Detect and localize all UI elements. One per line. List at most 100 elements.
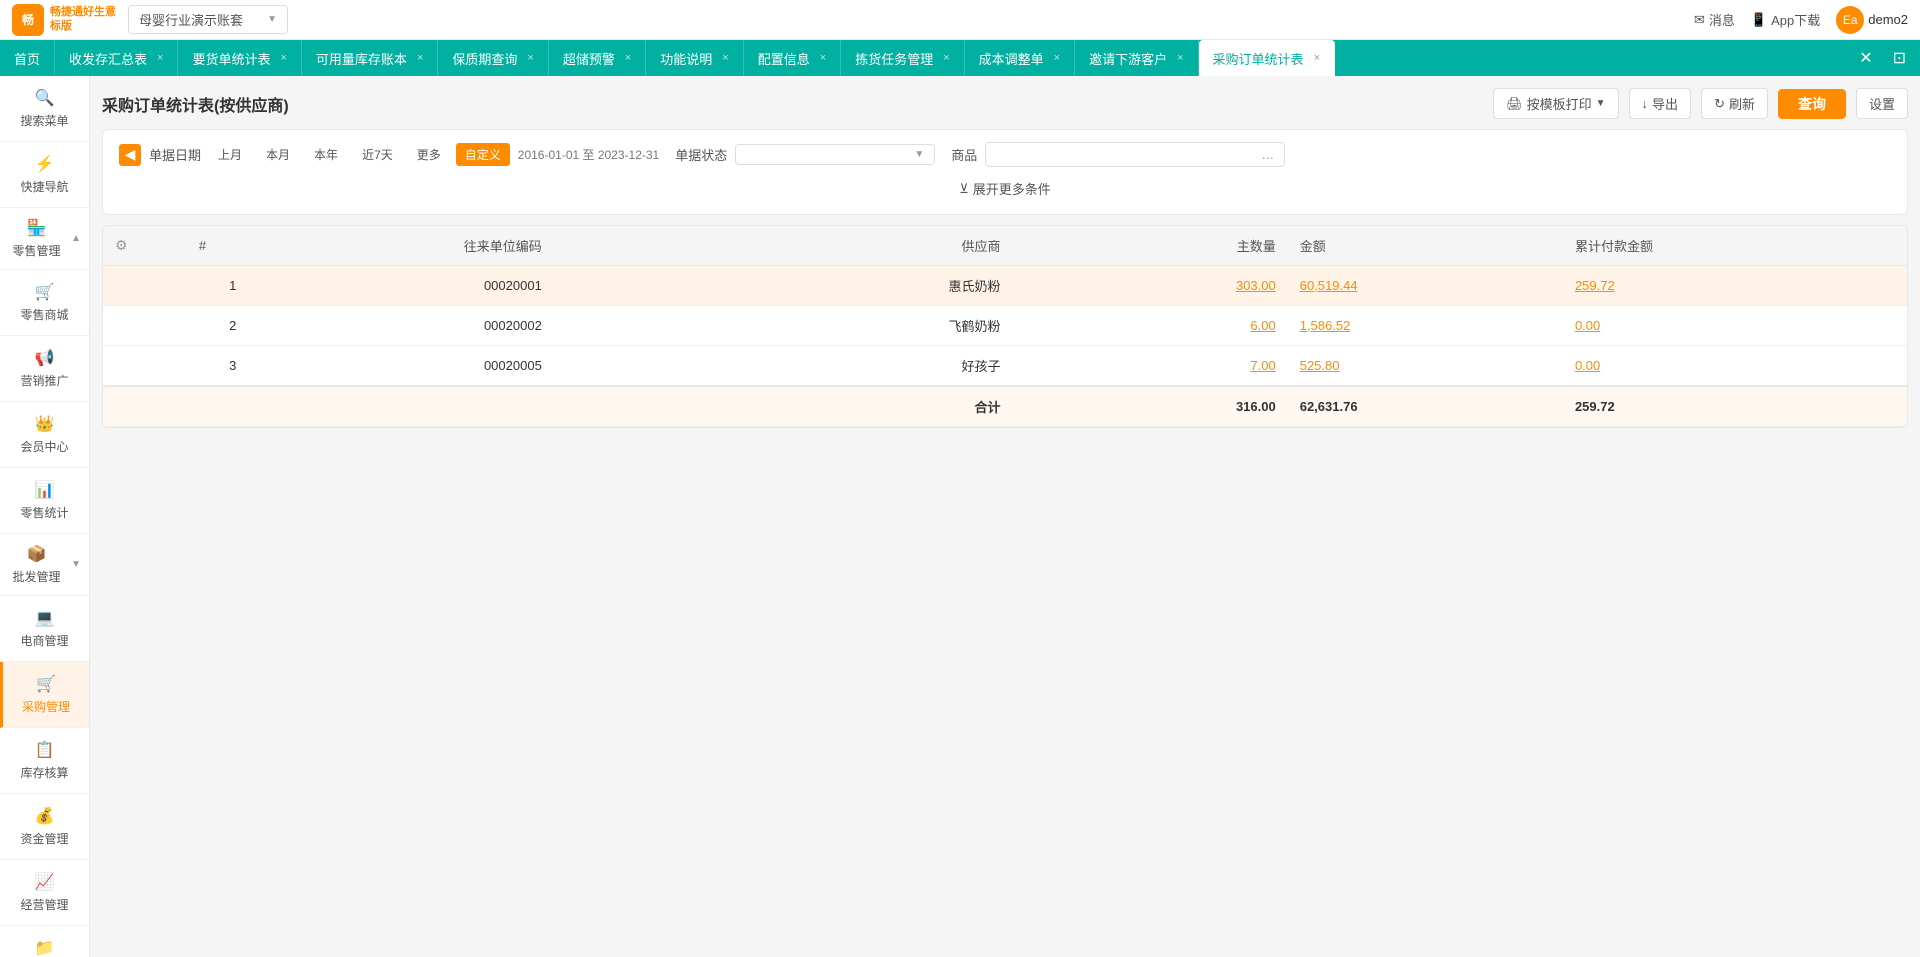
logo-icon: 畅 xyxy=(12,4,44,36)
sidebar-item-retail-stats[interactable]: 📊 零售统计 xyxy=(0,468,89,534)
shortcut-this-month[interactable]: 本月 xyxy=(257,143,299,166)
sidebar-item-retail-mall[interactable]: 🛒 零售商城 xyxy=(0,270,89,336)
retail-stats-icon: 📊 xyxy=(35,480,55,500)
tab-close-icon[interactable]: × xyxy=(820,52,826,64)
row3-paid-link[interactable]: 0.00 xyxy=(1575,358,1600,373)
tab-home[interactable]: 首页 xyxy=(0,40,55,76)
tab-close-icon[interactable]: × xyxy=(1177,52,1183,64)
tab-close-icon[interactable]: × xyxy=(722,52,728,64)
footer-empty1 xyxy=(103,386,187,427)
tab-overstock-warning[interactable]: 超储预警 × xyxy=(549,40,646,76)
row1-paid-link[interactable]: 259.72 xyxy=(1575,278,1615,293)
tab-invite-downstream[interactable]: 邀请下游客户 × xyxy=(1075,40,1198,76)
tab-close-icon[interactable]: × xyxy=(527,52,533,64)
app-download-label: App下载 xyxy=(1771,10,1820,29)
print-icon: 🖨 xyxy=(1506,96,1523,112)
sidebar-item-basic-info[interactable]: 📁 基础信息 xyxy=(0,926,89,957)
shortcut-custom[interactable]: 自定义 xyxy=(456,143,510,166)
row2-supplier: 飞鹤奶粉 xyxy=(554,306,1013,346)
sidebar-item-operations[interactable]: 📈 经营管理 xyxy=(0,860,89,926)
workspace-label: 母婴行业演示账套 xyxy=(139,10,243,29)
sidebar-item-marketing[interactable]: 📢 营销推广 xyxy=(0,336,89,402)
footer-amount: 62,631.76 xyxy=(1288,386,1563,427)
row3-amount-link[interactable]: 525.80 xyxy=(1300,358,1340,373)
sidebar-item-wholesale[interactable]: 📦 批发管理 ▼ xyxy=(0,534,89,596)
row1-qty[interactable]: 303.00 xyxy=(1013,266,1288,306)
user-area[interactable]: Ea demo2 xyxy=(1836,6,1908,34)
settings-button[interactable]: 设置 xyxy=(1856,88,1908,119)
tab-order-stats[interactable]: 要货单统计表 × xyxy=(178,40,301,76)
row2-qty-link[interactable]: 6.00 xyxy=(1250,318,1275,333)
print-dropdown-icon: ▼ xyxy=(1596,98,1606,109)
tab-close-icon[interactable]: × xyxy=(625,52,631,64)
shortcut-more[interactable]: 更多 xyxy=(408,143,450,166)
tab-close-icon[interactable]: × xyxy=(280,52,286,64)
sidebar-item-search[interactable]: 🔍 搜索菜单 xyxy=(0,76,89,142)
print-button[interactable]: 🖨 按模板打印 ▼ xyxy=(1493,88,1618,119)
tab-function-desc[interactable]: 功能说明 × xyxy=(646,40,743,76)
export-button[interactable]: ↓ 导出 xyxy=(1629,88,1692,119)
tab-receive-summary[interactable]: 收发存汇总表 × xyxy=(55,40,178,76)
workspace-selector[interactable]: 母婴行业演示账套 ▼ xyxy=(128,5,288,34)
goods-filter-input[interactable]: … xyxy=(985,142,1285,167)
row2-paid[interactable]: 0.00 xyxy=(1563,306,1907,346)
tab-pick-task[interactable]: 拣货任务管理 × xyxy=(841,40,964,76)
row2-amount[interactable]: 1,586.52 xyxy=(1288,306,1563,346)
row1-paid[interactable]: 259.72 xyxy=(1563,266,1907,306)
row2-amount-link[interactable]: 1,586.52 xyxy=(1300,318,1351,333)
goods-filter-item: 商品 … xyxy=(951,142,1285,167)
footer-empty2 xyxy=(187,386,279,427)
tab-close-icon[interactable]: × xyxy=(157,52,163,64)
message-icon: ✉ xyxy=(1694,12,1705,28)
shortcut-7days[interactable]: 近7天 xyxy=(353,143,402,166)
search-icon: 🔍 xyxy=(35,88,55,108)
maximize-tab-btn[interactable]: ⊡ xyxy=(1887,46,1912,70)
tab-cost-adjust[interactable]: 成本调整单 × xyxy=(965,40,1075,76)
date-shortcuts: 上月 本月 本年 近7天 更多 自定义 xyxy=(209,143,510,166)
tab-close-icon[interactable]: × xyxy=(417,52,423,64)
row3-qty-link[interactable]: 7.00 xyxy=(1250,358,1275,373)
expand-arrow-icon: ▲ xyxy=(71,233,81,244)
tab-close-icon[interactable]: × xyxy=(1054,52,1060,64)
row3-qty[interactable]: 7.00 xyxy=(1013,346,1288,387)
refresh-button[interactable]: ↻ 刷新 xyxy=(1701,88,1768,119)
expand-more-btn[interactable]: ⊻ 展开更多条件 xyxy=(119,175,1891,202)
sidebar-item-inventory[interactable]: 📋 库存核算 xyxy=(0,728,89,794)
row1-qty-link[interactable]: 303.00 xyxy=(1236,278,1276,293)
user-name: demo2 xyxy=(1868,12,1908,27)
export-label: 导出 xyxy=(1652,94,1678,113)
close-tab-btn[interactable]: ✕ xyxy=(1853,46,1878,70)
message-button[interactable]: ✉ 消息 xyxy=(1694,10,1735,29)
workspace-chevron: ▼ xyxy=(267,14,277,25)
row1-amount[interactable]: 60,519.44 xyxy=(1288,266,1563,306)
row3-amount[interactable]: 525.80 xyxy=(1288,346,1563,387)
status-select[interactable]: ▼ xyxy=(735,144,935,165)
sidebar-item-ecommerce[interactable]: 💻 电商管理 xyxy=(0,596,89,662)
tab-close-icon[interactable]: × xyxy=(943,52,949,64)
app-download-button[interactable]: 📱 App下载 xyxy=(1751,10,1820,29)
sidebar-item-member[interactable]: 👑 会员中心 xyxy=(0,402,89,468)
tab-close-active-icon[interactable]: × xyxy=(1314,52,1320,64)
collapse-filter-btn[interactable]: ◀ xyxy=(119,144,141,166)
tab-qty-ledger[interactable]: 可用量库存账本 × xyxy=(302,40,438,76)
sidebar-item-retail-mgmt[interactable]: 🏪 零售管理 ▲ xyxy=(0,208,89,270)
tab-config-info[interactable]: 配置信息 × xyxy=(744,40,841,76)
sidebar-item-quicknav[interactable]: ⚡ 快捷导航 xyxy=(0,142,89,208)
retail-mgmt-icon: 🏪 xyxy=(27,218,47,238)
sidebar-item-purchase[interactable]: 🛒 采购管理 xyxy=(0,662,89,728)
export-icon: ↓ xyxy=(1642,96,1649,111)
row1-code: 00020001 xyxy=(279,266,554,306)
row1-amount-link[interactable]: 60,519.44 xyxy=(1300,278,1358,293)
row3-paid[interactable]: 0.00 xyxy=(1563,346,1907,387)
shortcut-this-year[interactable]: 本年 xyxy=(305,143,347,166)
row2-qty[interactable]: 6.00 xyxy=(1013,306,1288,346)
query-button[interactable]: 查询 xyxy=(1778,89,1846,119)
sidebar-label-purchase: 采购管理 xyxy=(22,698,70,715)
shortcut-last-month[interactable]: 上月 xyxy=(209,143,251,166)
row2-paid-link[interactable]: 0.00 xyxy=(1575,318,1600,333)
expand-arrow2-icon: ▼ xyxy=(71,559,81,570)
tab-expiry-query[interactable]: 保质期查询 × xyxy=(438,40,548,76)
tab-purchase-stats[interactable]: 采购订单统计表 × xyxy=(1199,40,1335,76)
sidebar-item-finance[interactable]: 💰 资金管理 xyxy=(0,794,89,860)
col-settings-icon[interactable]: ⚙ xyxy=(115,237,128,253)
